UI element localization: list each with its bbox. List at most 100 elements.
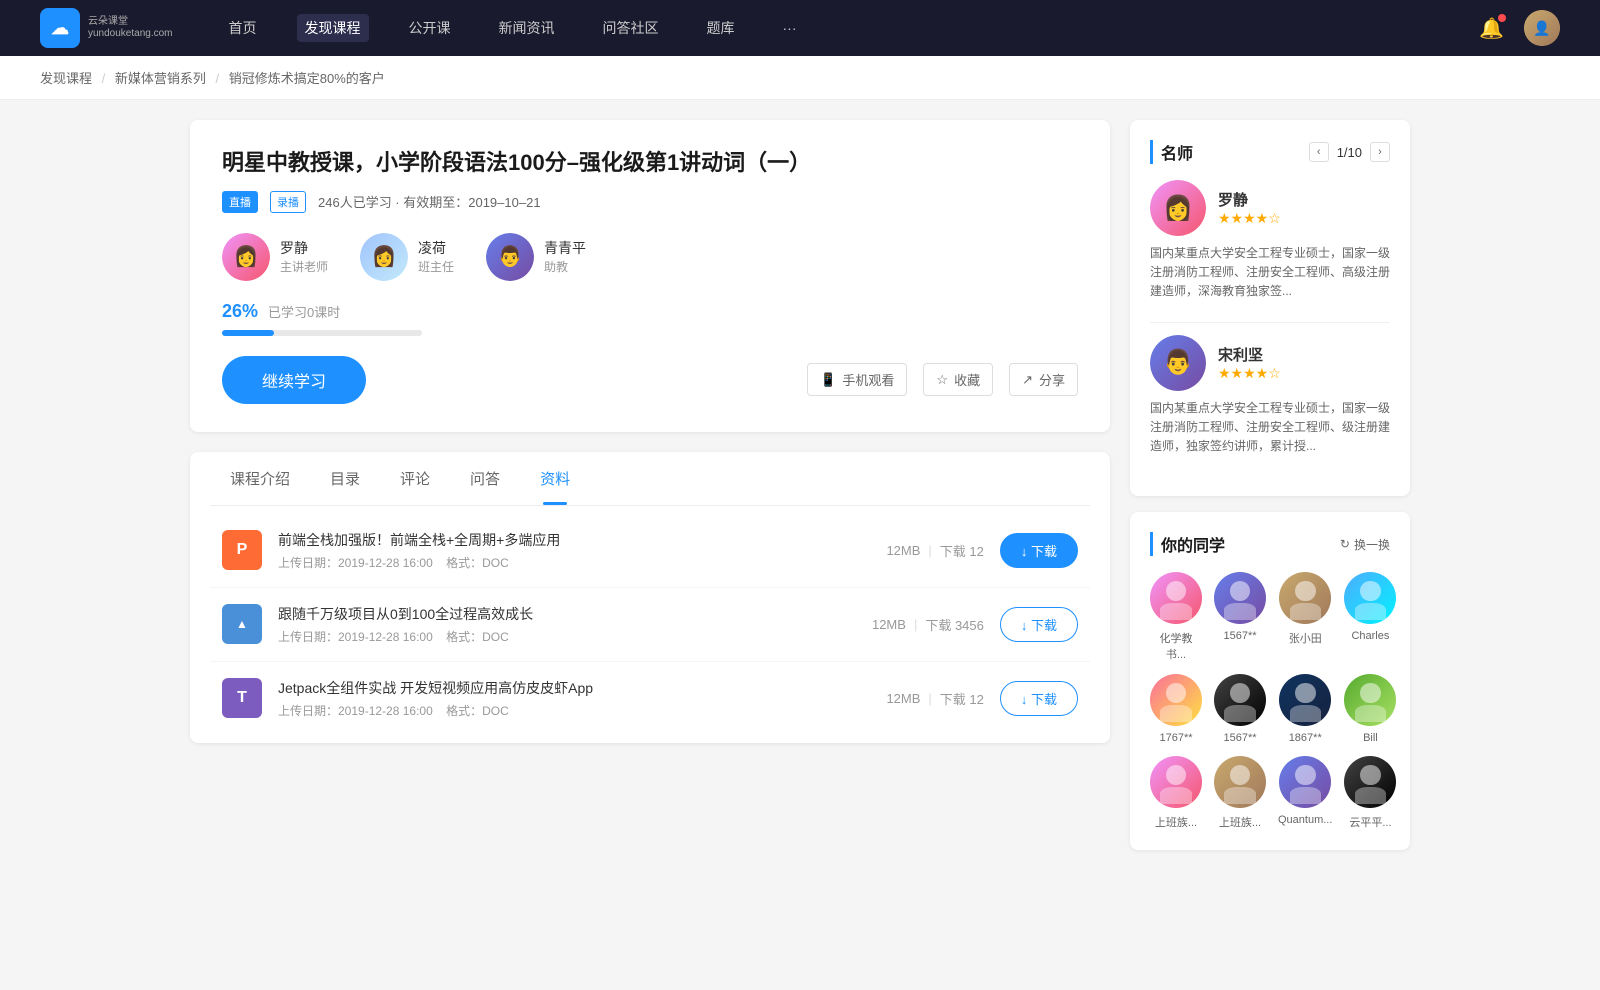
classmate-11-avatar[interactable] [1279, 756, 1331, 808]
classmate-8-avatar[interactable] [1344, 674, 1396, 726]
refresh-label: 换一换 [1354, 536, 1390, 553]
nav-quiz[interactable]: 题库 [699, 14, 743, 42]
refresh-btn[interactable]: ↻ 换一换 [1340, 536, 1390, 553]
classmate-5: 1767** [1150, 674, 1202, 744]
classmate-12-name: 云平平... [1349, 814, 1391, 830]
progress-sublabel: 已学习0课时 [268, 302, 340, 321]
teacher-3-name: 青青平 [544, 238, 586, 258]
sidebar-teacher-2-name: 宋利坚 [1218, 344, 1281, 365]
file-stats-3: 12MB | 下载 12 [886, 689, 983, 708]
logo-text: 云朵课堂 yundouketang.com [88, 16, 173, 40]
sidebar-teacher-2: 👨 宋利坚 ★★★★☆ 国内某重点大学安全工程专业硕士，国家一级注册消防工程师、… [1150, 335, 1390, 457]
notification-bell[interactable]: 🔔 [1479, 16, 1504, 41]
next-page-btn[interactable]: › [1370, 142, 1390, 162]
teacher-1-avatar: 👩 [222, 233, 270, 281]
classmate-6-avatar[interactable] [1214, 674, 1266, 726]
sidebar-teacher-1-name: 罗静 [1218, 189, 1281, 210]
teacher-2-info: 凌荷 班主任 [418, 238, 454, 275]
breadcrumb-sep1: / [102, 71, 106, 86]
action-buttons: 📱 手机观看 ☆ 收藏 ↗ 分享 [807, 363, 1078, 396]
classmate-5-avatar[interactable] [1150, 674, 1202, 726]
tab-review[interactable]: 评论 [380, 452, 450, 505]
tag-record: 录播 [270, 191, 306, 213]
classmate-5-name: 1767** [1159, 732, 1192, 744]
collect-label: 收藏 [954, 370, 980, 389]
file-downloads-1: 下载 12 [940, 541, 984, 560]
prev-page-btn[interactable]: ‹ [1309, 142, 1329, 162]
tab-catalog[interactable]: 目录 [310, 452, 380, 505]
file-size-1: 12MB [886, 543, 920, 558]
sidebar-teacher-1: 👩 罗静 ★★★★☆ 国内某重点大学安全工程专业硕士，国家一级注册消防工程师、注… [1150, 180, 1390, 302]
share-btn[interactable]: ↗ 分享 [1009, 363, 1078, 396]
file-name-1: 前端全栈加强版！前端全栈+全周期+多端应用 [278, 530, 870, 550]
file-stats-2: 12MB | 下载 3456 [872, 615, 984, 634]
classmate-7: 1867** [1278, 674, 1332, 744]
nav-qa[interactable]: 问答社区 [595, 14, 667, 42]
classmate-9-name: 上班族... [1155, 814, 1197, 830]
classmate-11: Quantum... [1278, 756, 1332, 830]
classmate-10-avatar[interactable] [1214, 756, 1266, 808]
breadcrumb-discover[interactable]: 发现课程 [40, 71, 92, 86]
classmate-4-avatar[interactable] [1344, 572, 1396, 624]
classmate-3: 张小田 [1278, 572, 1332, 662]
file-item-3: T Jetpack全组件实战 开发短视频应用高仿皮皮虾App 上传日期：2019… [210, 662, 1090, 735]
progress-pct: 26% [222, 301, 258, 322]
file-size-2: 12MB [872, 617, 906, 632]
teacher-2-avatar: 👩 [360, 233, 408, 281]
file-stats-1: 12MB | 下载 12 [886, 541, 983, 560]
classmate-12: 云平平... [1344, 756, 1396, 830]
navbar: ☁ 云朵课堂 yundouketang.com 首页 发现课程 公开课 新闻资讯… [0, 0, 1600, 56]
classmate-2: 1567** [1214, 572, 1266, 662]
nav-home[interactable]: 首页 [221, 14, 265, 42]
nav-public[interactable]: 公开课 [401, 14, 459, 42]
classmate-6: 1567** [1214, 674, 1266, 744]
classmate-9-avatar[interactable] [1150, 756, 1202, 808]
download-btn-3[interactable]: ↓ 下载 [1000, 681, 1078, 716]
sidebar-teacher-2-details: 宋利坚 ★★★★☆ [1218, 344, 1281, 382]
file-icon-1: P [222, 530, 262, 570]
logo[interactable]: ☁ 云朵课堂 yundouketang.com [40, 8, 173, 48]
progress-section: 26% 已学习0课时 [222, 301, 1078, 336]
classmates-header: 你的同学 ↻ 换一换 [1150, 532, 1390, 556]
classmate-6-name: 1567** [1223, 732, 1256, 744]
progress-bar-bg [222, 330, 422, 336]
actions-row: 继续学习 📱 手机观看 ☆ 收藏 ↗ 分享 [222, 356, 1078, 404]
breadcrumb: 发现课程 / 新媒体营销系列 / 销冠修炼术搞定80%的客户 [0, 56, 1600, 100]
classmate-1-avatar[interactable] [1150, 572, 1202, 624]
right-sidebar: 名师 ‹ 1/10 › 👩 罗静 ★★★★☆ [1130, 120, 1410, 866]
teachers-card-title: 名师 [1150, 140, 1193, 164]
sidebar-teacher-2-top: 👨 宋利坚 ★★★★☆ [1150, 335, 1390, 391]
teacher-1: 👩 罗静 主讲老师 [222, 233, 328, 281]
classmate-4: Charles [1344, 572, 1396, 662]
course-card: 明星中教授课，小学阶段语法100分–强化级第1讲动词（一） 直播 录播 246人… [190, 120, 1110, 432]
download-btn-2[interactable]: ↓ 下载 [1000, 607, 1078, 642]
tab-qa[interactable]: 问答 [450, 452, 520, 505]
tag-live: 直播 [222, 191, 258, 213]
classmate-3-avatar[interactable] [1279, 572, 1331, 624]
sidebar-teacher-2-stars: ★★★★☆ [1218, 365, 1281, 382]
classmates-title: 你的同学 [1150, 532, 1225, 556]
phone-watch-btn[interactable]: 📱 手机观看 [807, 363, 907, 396]
download-btn-1[interactable]: ↓ 下载 [1000, 533, 1078, 568]
nav-more[interactable]: ··· [775, 16, 805, 40]
tab-resource[interactable]: 资料 [520, 452, 590, 505]
continue-button[interactable]: 继续学习 [222, 356, 366, 404]
nav-news[interactable]: 新闻资讯 [491, 14, 563, 42]
user-avatar[interactable]: 👤 [1524, 10, 1560, 46]
file-sub-3: 上传日期：2019-12-28 16:00 格式：DOC [278, 702, 870, 719]
file-list: P 前端全栈加强版！前端全栈+全周期+多端应用 上传日期：2019-12-28 … [210, 506, 1090, 743]
classmate-12-avatar[interactable] [1344, 756, 1396, 808]
file-downloads-2: 下载 3456 [925, 615, 984, 634]
classmate-2-avatar[interactable] [1214, 572, 1266, 624]
file-sub-2: 上传日期：2019-12-28 16:00 格式：DOC [278, 628, 856, 645]
teachers-card-header: 名师 ‹ 1/10 › [1150, 140, 1390, 164]
tab-intro[interactable]: 课程介绍 [210, 452, 310, 505]
file-downloads-3: 下载 12 [940, 689, 984, 708]
collect-btn[interactable]: ☆ 收藏 [923, 363, 993, 396]
classmate-10: 上班族... [1214, 756, 1266, 830]
nav-discover[interactable]: 发现课程 [297, 14, 369, 42]
breadcrumb-series[interactable]: 新媒体营销系列 [115, 71, 206, 86]
classmate-8-name: Bill [1363, 732, 1378, 744]
classmate-10-name: 上班族... [1219, 814, 1261, 830]
classmate-7-avatar[interactable] [1279, 674, 1331, 726]
